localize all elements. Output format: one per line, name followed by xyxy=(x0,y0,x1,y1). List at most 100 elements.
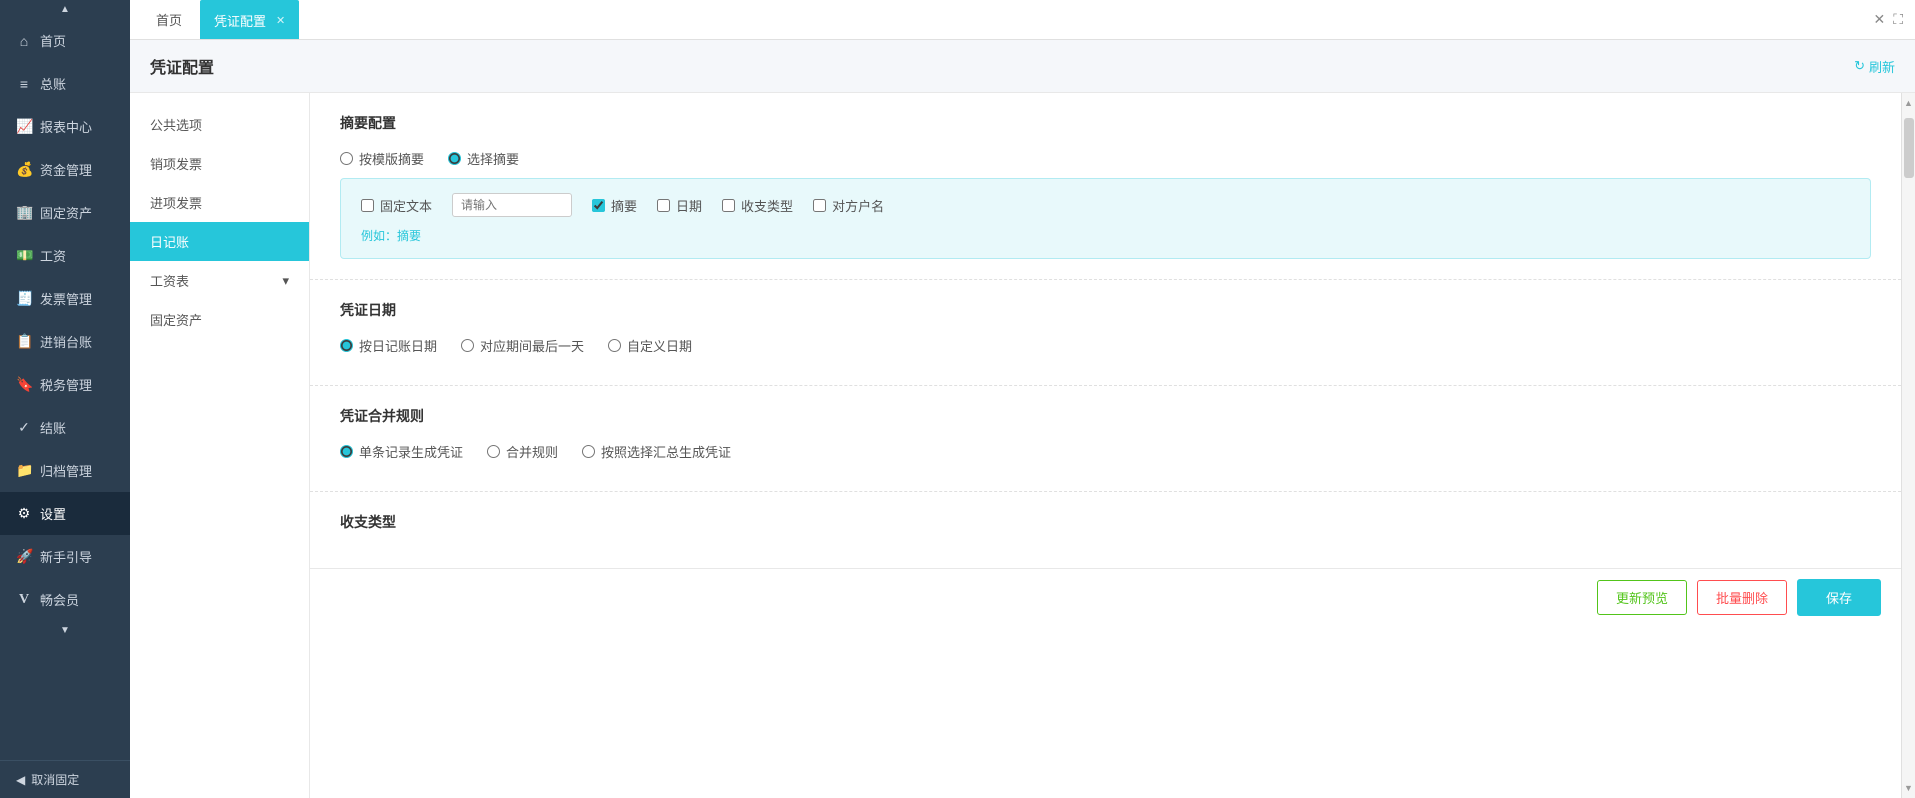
refresh-button[interactable]: ↻ 刷新 xyxy=(1854,57,1895,76)
save-button[interactable]: 保存 xyxy=(1797,579,1881,616)
sidebar-label-home: 首页 xyxy=(40,31,66,50)
left-nav-public[interactable]: 公共选项 xyxy=(130,105,309,144)
page-header: 凭证配置 ↻ 刷新 xyxy=(130,40,1915,93)
sidebar-item-close[interactable]: ✓ 结账 xyxy=(0,406,130,449)
voucher-date-section: 凭证日期 按日记账日期 对应期间最后一天 自定义日期 xyxy=(310,280,1901,386)
left-nav-fixed-assets[interactable]: 固定资产 xyxy=(130,300,309,339)
scroll-track xyxy=(1902,113,1915,778)
sidebar-item-invoice-mgmt[interactable]: 🧾 发票管理 xyxy=(0,277,130,320)
ledger-icon: ≡ xyxy=(16,76,32,92)
radio-merge-rule[interactable]: 合并规则 xyxy=(487,442,558,461)
sidebar-item-reports[interactable]: 📈 报表中心 xyxy=(0,105,130,148)
checkbox-income-type[interactable]: 收支类型 xyxy=(722,196,793,215)
merge-rules-title: 凭证合并规则 xyxy=(340,406,1871,426)
summary-radio-group: 按模版摘要 选择摘要 xyxy=(340,149,1871,168)
radio-single-record[interactable]: 单条记录生成凭证 xyxy=(340,442,463,461)
checkbox-summary[interactable]: 摘要 xyxy=(592,196,637,215)
sidebar-item-vip[interactable]: V 畅会员 xyxy=(0,578,130,621)
summary-checkboxes: 固定文本 摘要 日期 收支类型 xyxy=(361,193,1850,217)
sidebar-scroll-down[interactable]: ▼ xyxy=(0,621,130,640)
sidebar-label-tax: 税务管理 xyxy=(40,375,92,394)
sidebar-item-archive[interactable]: 📁 归档管理 xyxy=(0,449,130,492)
update-preview-button[interactable]: 更新预览 xyxy=(1597,580,1687,615)
vip-icon: V xyxy=(16,592,32,608)
radio-custom-date[interactable]: 自定义日期 xyxy=(608,336,692,355)
right-content: 摘要配置 按模版摘要 选择摘要 固定文本 xyxy=(310,93,1901,798)
left-nav-sales-invoice[interactable]: 销项发票 xyxy=(130,144,309,183)
summary-example: 例如：摘要 xyxy=(361,227,1850,244)
radio-select-merge[interactable]: 按照选择汇总生成凭证 xyxy=(582,442,731,461)
sidebar-label-vip: 畅会员 xyxy=(40,590,79,609)
tab-home[interactable]: 首页 xyxy=(142,0,196,39)
refresh-icon: ↻ xyxy=(1854,58,1865,74)
merge-rules-radio-group: 单条记录生成凭证 合并规则 按照选择汇总生成凭证 xyxy=(340,442,1871,461)
tab-actions: ✕ ⛶ xyxy=(1873,11,1903,28)
voucher-date-radio-group: 按日记账日期 对应期间最后一天 自定义日期 xyxy=(340,336,1871,355)
edge-scrollbar: ▲ ▼ xyxy=(1901,93,1915,798)
left-nav: 公共选项 销项发票 进项发票 日记账 工资表 ▾ 固定资产 xyxy=(130,93,310,798)
radio-journal-date[interactable]: 按日记账日期 xyxy=(340,336,437,355)
checkbox-date[interactable]: 日期 xyxy=(657,196,702,215)
radio-select-summary[interactable]: 选择摘要 xyxy=(448,149,519,168)
radio-template-summary[interactable]: 按模版摘要 xyxy=(340,149,424,168)
batch-delete-button[interactable]: 批量删除 xyxy=(1697,580,1787,615)
bottom-action-bar: 更新预览 批量删除 保存 xyxy=(310,568,1901,626)
sidebar-label-ledger: 总账 xyxy=(40,74,66,93)
invoice-mgmt-icon: 🧾 xyxy=(16,290,32,307)
left-nav-purchase-invoice[interactable]: 进项发票 xyxy=(130,183,309,222)
sidebar-label-close: 结账 xyxy=(40,418,66,437)
home-icon: ⌂ xyxy=(16,33,32,49)
reports-icon: 📈 xyxy=(16,118,32,135)
fixed-text-input[interactable] xyxy=(452,193,572,217)
sidebar-item-purchase-sales[interactable]: 📋 进销台账 xyxy=(0,320,130,363)
summary-config-section: 摘要配置 按模版摘要 选择摘要 固定文本 xyxy=(310,93,1901,280)
tab-voucher-config-label: 凭证配置 xyxy=(214,11,266,30)
checkbox-fixed-text[interactable]: 固定文本 xyxy=(361,196,432,215)
guide-icon: 🚀 xyxy=(16,548,32,565)
sidebar-item-funds[interactable]: 💰 资金管理 xyxy=(0,148,130,191)
merge-rules-section: 凭证合并规则 单条记录生成凭证 合并规则 按照选择汇总生成凭证 xyxy=(310,386,1901,492)
tax-icon: 🔖 xyxy=(16,376,32,393)
sidebar: ▲ ⌂ 首页 ≡ 总账 📈 报表中心 💰 资金管理 🏢 固定资产 💵 工资 🧾 … xyxy=(0,0,130,798)
tab-close-icon[interactable]: ✕ xyxy=(276,14,285,27)
window-expand-icon[interactable]: ⛶ xyxy=(1893,11,1903,28)
tab-home-label: 首页 xyxy=(156,10,182,29)
scroll-down-button[interactable]: ▼ xyxy=(1902,778,1915,798)
sidebar-item-settings[interactable]: ⚙ 设置 xyxy=(0,492,130,535)
sidebar-label-invoice-mgmt: 发票管理 xyxy=(40,289,92,308)
left-nav-journal[interactable]: 日记账 xyxy=(130,222,309,261)
radio-period-last-day[interactable]: 对应期间最后一天 xyxy=(461,336,584,355)
tab-voucher-config[interactable]: 凭证配置 ✕ xyxy=(200,0,299,39)
income-type-section: 收支类型 xyxy=(310,492,1901,568)
sidebar-item-guide[interactable]: 🚀 新手引导 xyxy=(0,535,130,578)
window-close-icon[interactable]: ✕ xyxy=(1873,11,1885,28)
sidebar-label-archive: 归档管理 xyxy=(40,461,92,480)
main-area: 首页 凭证配置 ✕ ✕ ⛶ 凭证配置 ↻ 刷新 公共选项 销项发票 进 xyxy=(130,0,1915,798)
assets-icon: 🏢 xyxy=(16,204,32,221)
unpin-icon: ◀ xyxy=(16,773,25,787)
sidebar-item-tax[interactable]: 🔖 税务管理 xyxy=(0,363,130,406)
left-nav-payroll[interactable]: 工资表 ▾ xyxy=(130,261,309,300)
sidebar-unpin[interactable]: ◀ 取消固定 xyxy=(0,760,130,798)
scroll-up-button[interactable]: ▲ xyxy=(1902,93,1915,113)
archive-icon: 📁 xyxy=(16,462,32,479)
sidebar-item-home[interactable]: ⌂ 首页 xyxy=(0,19,130,62)
sidebar-item-assets[interactable]: 🏢 固定资产 xyxy=(0,191,130,234)
page-title: 凭证配置 xyxy=(150,54,214,78)
close-accounts-icon: ✓ xyxy=(16,419,32,436)
settings-icon: ⚙ xyxy=(16,505,32,522)
checkbox-counterparty[interactable]: 对方户名 xyxy=(813,196,884,215)
sidebar-label-funds: 资金管理 xyxy=(40,160,92,179)
sidebar-scroll-up[interactable]: ▲ xyxy=(0,0,130,19)
content-layout: 公共选项 销项发票 进项发票 日记账 工资表 ▾ 固定资产 摘要配置 xyxy=(130,93,1915,798)
sidebar-label-guide: 新手引导 xyxy=(40,547,92,566)
income-type-title: 收支类型 xyxy=(340,512,1871,532)
summary-config-title: 摘要配置 xyxy=(340,113,1871,133)
sidebar-item-ledger[interactable]: ≡ 总账 xyxy=(0,62,130,105)
voucher-date-title: 凭证日期 xyxy=(340,300,1871,320)
scroll-thumb[interactable] xyxy=(1904,118,1914,178)
sidebar-label-reports: 报表中心 xyxy=(40,117,92,136)
summary-options-box: 固定文本 摘要 日期 收支类型 xyxy=(340,178,1871,259)
chevron-down-icon: ▾ xyxy=(282,273,289,289)
sidebar-item-salary[interactable]: 💵 工资 xyxy=(0,234,130,277)
